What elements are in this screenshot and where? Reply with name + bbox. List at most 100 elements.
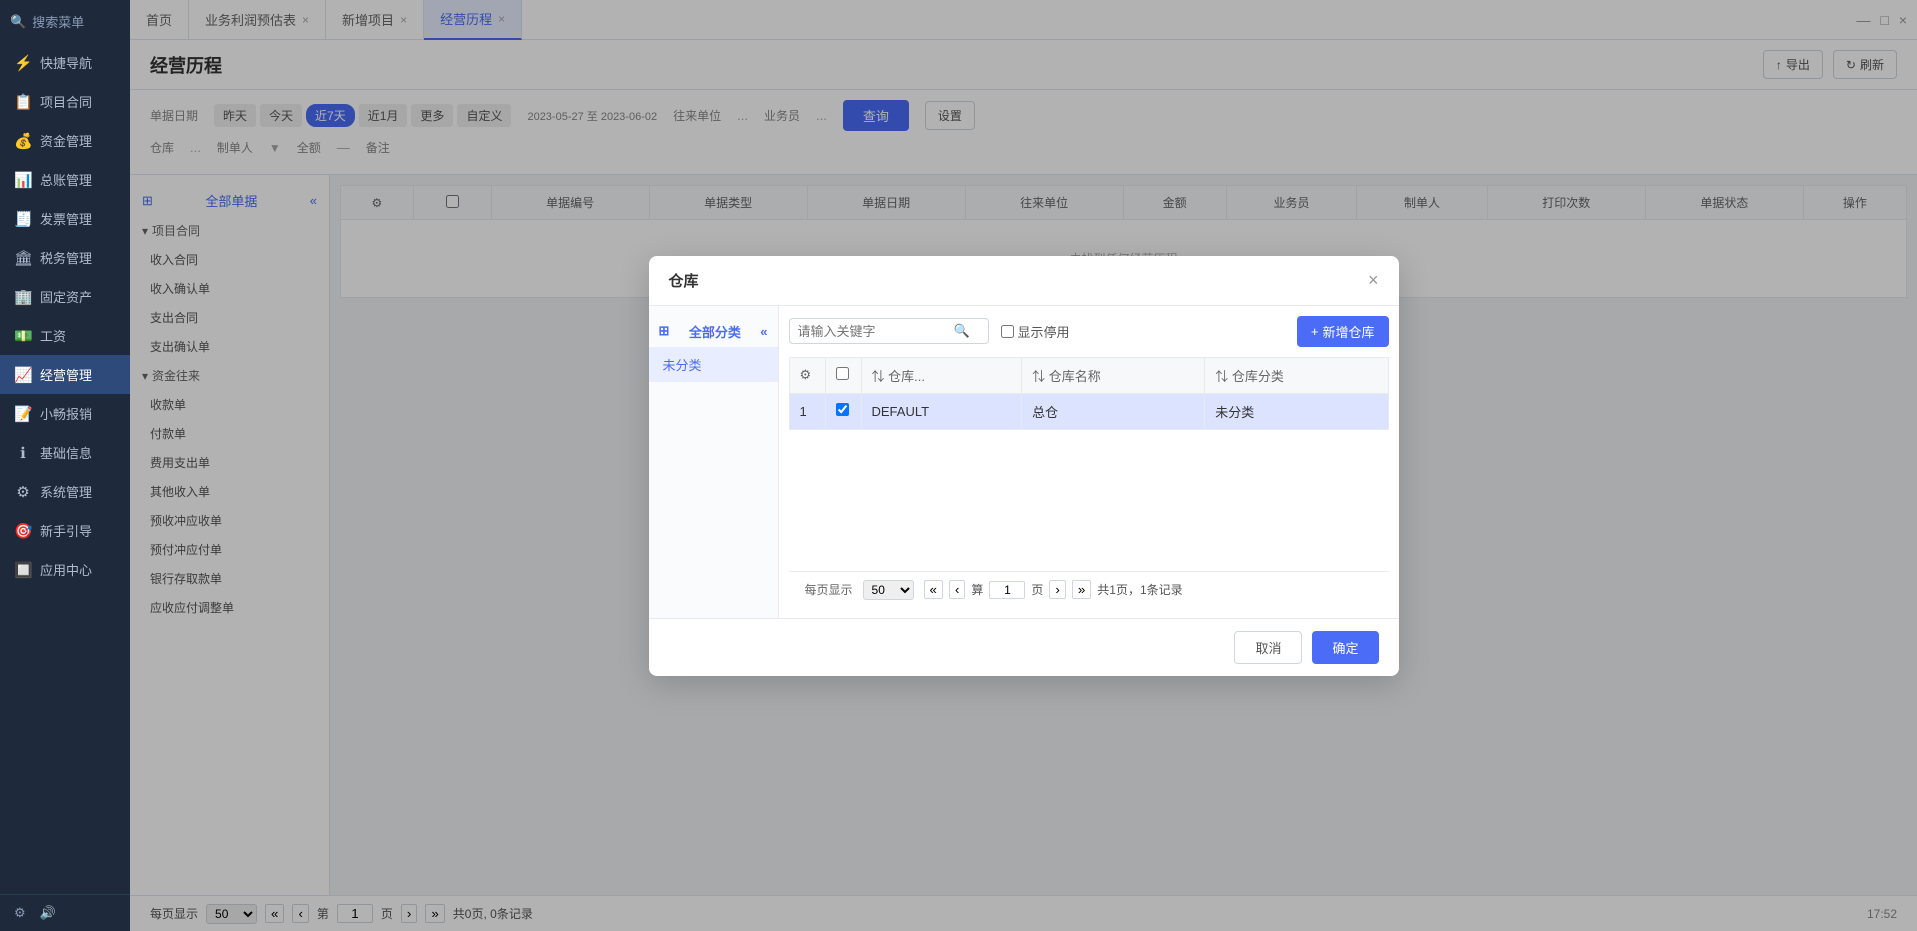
row-checkbox[interactable]: [825, 393, 861, 429]
fixed-assets-icon: 🏢: [14, 288, 32, 306]
sidebar-search-label: 搜索菜单: [32, 12, 84, 31]
sidebar-item-fund-mgmt[interactable]: 💰 资金管理: [0, 121, 130, 160]
modal-unclassified-item[interactable]: 未分类: [649, 347, 778, 382]
modal-table: ⚙ ⇅ 仓库... ⇅ 仓库名称 ⇅ 仓库分类: [789, 357, 1389, 430]
sidebar-item-general-ledger[interactable]: 📊 总账管理: [0, 160, 130, 199]
show-disabled-text: 显示停用: [1018, 322, 1070, 341]
modal-header: 仓库 ×: [649, 256, 1399, 306]
sidebar-item-xiao-chang[interactable]: 📝 小畅报销: [0, 394, 130, 433]
modal-col-settings[interactable]: ⚙: [789, 357, 825, 393]
modal-page-nav: « ‹ 算 页 › » 共1页，1条记录: [924, 580, 1183, 599]
sidebar-item-label: 资金管理: [40, 131, 92, 150]
sidebar: 🔍 搜索菜单 ⚡ 快捷导航 📋 项目合同 💰 资金管理 📊 总账管理 🧾 发票管…: [0, 0, 130, 931]
xiao-chang-icon: 📝: [14, 405, 32, 423]
modal-first-page[interactable]: «: [924, 580, 943, 599]
show-disabled-checkbox[interactable]: [1001, 325, 1014, 338]
modal-toolbar: 🔍 显示停用 + 新增仓库: [789, 316, 1389, 347]
modal-total: 共1页，1条记录: [1097, 581, 1182, 598]
sidebar-item-tax-mgmt[interactable]: 🏛 税务管理: [0, 238, 130, 277]
row-category: 未分类: [1205, 393, 1388, 429]
modal-toolbar-left: 🔍 显示停用: [789, 318, 1070, 344]
sort-icon3: ⇅: [1215, 369, 1228, 384]
modal-collapse-icon[interactable]: «: [760, 324, 767, 339]
add-label: 新增仓库: [1322, 322, 1374, 341]
modal-overlay: 仓库 × ⊞ 全部分类 « 未分类: [130, 0, 1917, 931]
business-mgmt-icon: 📈: [14, 366, 32, 384]
sidebar-item-label: 系统管理: [40, 482, 92, 501]
modal-unclassified-label: 未分类: [663, 358, 702, 373]
sort-icon2: ⇅: [1032, 369, 1045, 384]
modal-actions: 取消 确定: [649, 618, 1399, 676]
sidebar-item-label: 小畅报销: [40, 404, 92, 423]
modal-col-checkbox[interactable]: [825, 357, 861, 393]
modal-prev-page[interactable]: ‹: [949, 580, 965, 599]
modal-search-input[interactable]: [798, 324, 948, 339]
payroll-icon: 💵: [14, 327, 32, 345]
search-icon: 🔍: [10, 14, 26, 30]
modal-next-page[interactable]: ›: [1049, 580, 1065, 599]
modal-col-name: ⇅ 仓库名称: [1022, 357, 1205, 393]
modal-body: ⊞ 全部分类 « 未分类 🔍: [649, 306, 1399, 618]
modal-select-all[interactable]: [836, 367, 849, 380]
modal-close-button[interactable]: ×: [1368, 270, 1379, 291]
sidebar-item-label: 基础信息: [40, 443, 92, 462]
sidebar-item-label: 应用中心: [40, 560, 92, 579]
modal-left-panel: ⊞ 全部分类 « 未分类: [649, 306, 779, 618]
add-icon: +: [1311, 324, 1319, 339]
modal-per-page-label: 每页显示: [805, 581, 853, 598]
sidebar-item-label: 经营管理: [40, 365, 92, 384]
sidebar-bottom: ⚙ 🔊: [0, 894, 130, 931]
cancel-button[interactable]: 取消: [1234, 631, 1302, 664]
newbie-icon: 🎯: [14, 522, 32, 540]
warehouse-modal: 仓库 × ⊞ 全部分类 « 未分类: [649, 256, 1399, 676]
row-index: 1: [789, 393, 825, 429]
sidebar-item-basic-info[interactable]: ℹ 基础信息: [0, 433, 130, 472]
basic-info-icon: ℹ: [14, 444, 32, 462]
modal-per-page-select[interactable]: 50 100: [863, 580, 914, 600]
sidebar-search[interactable]: 🔍 搜索菜单: [0, 0, 130, 43]
sys-mgmt-icon: ⚙: [14, 483, 32, 501]
sidebar-item-quick-nav[interactable]: ⚡ 快捷导航: [0, 43, 130, 82]
sort-icon: ⇅: [872, 369, 885, 384]
sidebar-item-label: 税务管理: [40, 248, 92, 267]
project-contract-icon: 📋: [14, 93, 32, 111]
sidebar-item-invoice-mgmt[interactable]: 🧾 发票管理: [0, 199, 130, 238]
sidebar-item-label: 新手引导: [40, 521, 92, 540]
sidebar-item-sys-mgmt[interactable]: ⚙ 系统管理: [0, 472, 130, 511]
modal-col-num: ⇅ 仓库...: [861, 357, 1022, 393]
modal-footer-bar: 每页显示 50 100 « ‹ 算 页 › » 共1页，1条记录: [789, 571, 1389, 608]
app-center-icon: 🔲: [14, 561, 32, 579]
modal-search-box[interactable]: 🔍: [789, 318, 989, 344]
sidebar-item-label: 快捷导航: [40, 53, 92, 72]
sidebar-item-fixed-assets[interactable]: 🏢 固定资产: [0, 277, 130, 316]
sidebar-item-newbie[interactable]: 🎯 新手引导: [0, 511, 130, 550]
audio-icon[interactable]: 🔊: [40, 905, 56, 921]
sidebar-item-project-contract[interactable]: 📋 项目合同: [0, 82, 130, 121]
show-disabled-label[interactable]: 显示停用: [1001, 322, 1070, 341]
sidebar-item-label: 总账管理: [40, 170, 92, 189]
modal-page-end: 页: [1031, 581, 1043, 598]
confirm-button[interactable]: 确定: [1312, 631, 1378, 664]
sidebar-item-label: 工资: [40, 326, 66, 345]
modal-title: 仓库: [669, 270, 699, 291]
fund-mgmt-icon: 💰: [14, 132, 32, 150]
settings-gear-icon[interactable]: ⚙: [14, 905, 26, 921]
row-select-checkbox[interactable]: [836, 403, 849, 416]
general-ledger-icon: 📊: [14, 171, 32, 189]
modal-all-categories[interactable]: ⊞ 全部分类 «: [649, 316, 778, 347]
sidebar-item-label: 发票管理: [40, 209, 92, 228]
modal-page-input[interactable]: [989, 581, 1025, 599]
sidebar-item-app-center[interactable]: 🔲 应用中心: [0, 550, 130, 589]
sidebar-item-label: 项目合同: [40, 92, 92, 111]
modal-table-container: ⚙ ⇅ 仓库... ⇅ 仓库名称 ⇅ 仓库分类: [789, 357, 1389, 571]
row-name: 总仓: [1022, 393, 1205, 429]
modal-col-category: ⇅ 仓库分类: [1205, 357, 1388, 393]
sidebar-item-label: 固定资产: [40, 287, 92, 306]
sidebar-item-business-mgmt[interactable]: 📈 经营管理: [0, 355, 130, 394]
table-row[interactable]: 1 DEFAULT 总仓 未分类: [789, 393, 1388, 429]
modal-all-label: 全部分类: [689, 322, 741, 341]
modal-last-page[interactable]: »: [1072, 580, 1091, 599]
modal-category-icon: ⊞: [659, 323, 670, 339]
sidebar-item-payroll[interactable]: 💵 工资: [0, 316, 130, 355]
add-warehouse-button[interactable]: + 新增仓库: [1297, 316, 1389, 347]
